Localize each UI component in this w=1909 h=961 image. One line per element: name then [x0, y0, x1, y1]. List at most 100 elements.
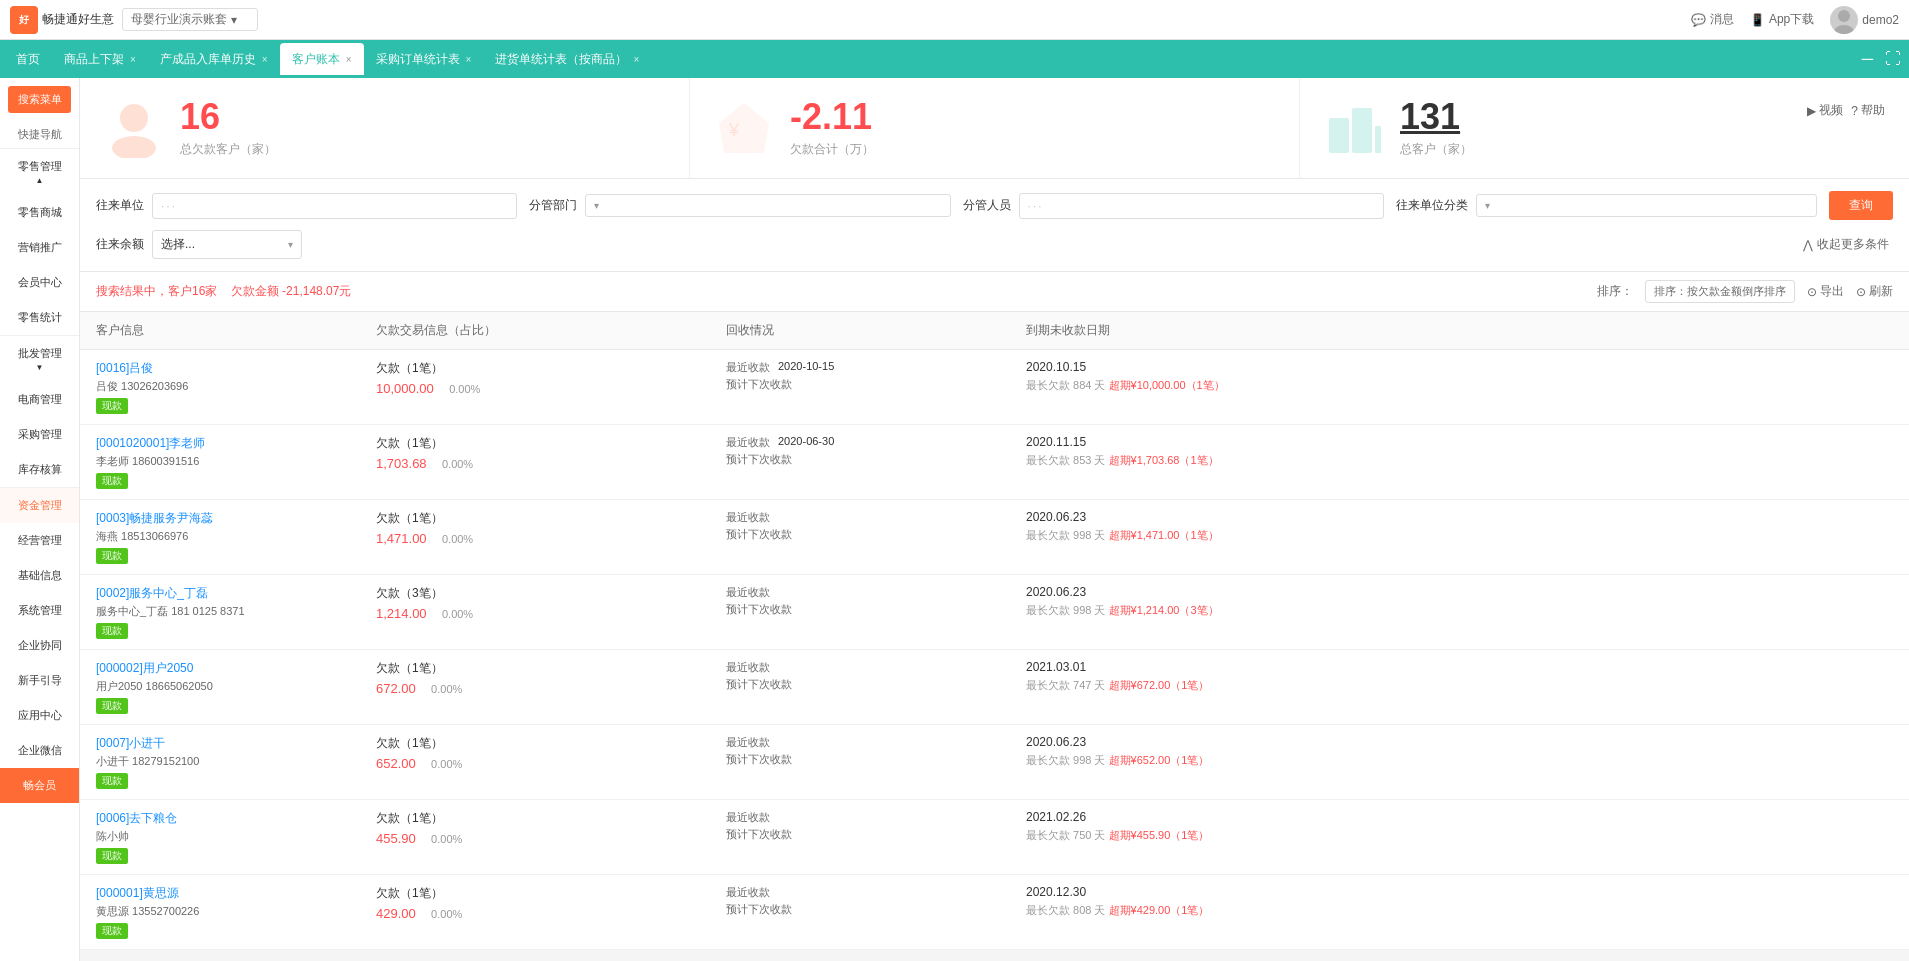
sidebar-item-enterprise-collab[interactable]: 企业协同: [0, 628, 79, 663]
sidebar-item-batch-mgmt[interactable]: 批发管理 ▼: [0, 336, 79, 382]
sidebar-item-capital-mgmt[interactable]: 资金管理: [0, 488, 79, 523]
sidebar-item-retail-store[interactable]: 零售商城: [0, 195, 79, 230]
stat-total-customers: 131 总客户（家） ▶ 视频 ? 帮助: [1300, 78, 1909, 178]
tab-customer-account[interactable]: 客户账本 ×: [280, 43, 364, 75]
search-menu-btn[interactable]: 搜索菜单: [8, 86, 71, 113]
app-download-btn[interactable]: 📱 App下载: [1750, 11, 1814, 28]
sort-selector[interactable]: 排序：按欠款金额倒序排序: [1645, 280, 1795, 303]
sidebar-item-inventory[interactable]: 库存核算: [0, 452, 79, 487]
debt-percent-6: 0.00%: [431, 833, 462, 845]
sidebar-label-retail-mgmt: 零售管理: [18, 159, 62, 174]
overdue-date-3: 2020.06.23: [1026, 585, 1893, 599]
tab-customer-account-close[interactable]: ×: [346, 54, 352, 65]
return-row-next-3: 预计下次收款: [726, 602, 1026, 617]
svg-point-3: [112, 136, 156, 158]
debt-count-5: 欠款（1笔）: [376, 735, 726, 752]
sidebar-item-member-plus[interactable]: 畅会员: [0, 768, 79, 803]
refresh-btn[interactable]: ⊙ 刷新: [1856, 283, 1893, 300]
tab-home[interactable]: 首页: [4, 43, 52, 75]
overdue-link-4[interactable]: 超期¥672.00（1笔）: [1109, 679, 1210, 691]
sidebar-item-marketing[interactable]: 营销推广: [0, 230, 79, 265]
overdue-link-7[interactable]: 超期¥429.00（1笔）: [1109, 904, 1210, 916]
stat-debt-amount: ¥ -2.11 欠款合计（万）: [690, 78, 1300, 178]
tab-purchase-order-close[interactable]: ×: [466, 54, 472, 65]
overdue-link-2[interactable]: 超期¥1,471.00（1笔）: [1109, 529, 1219, 541]
sidebar-item-basic-info[interactable]: 基础信息: [0, 558, 79, 593]
debt-info-7: 欠款（1笔） 429.00 0.00%: [376, 885, 726, 921]
sidebar-quick-nav[interactable]: 快捷导航: [0, 121, 79, 148]
customer-name-4[interactable]: [000002]用户2050: [96, 660, 376, 677]
overdue-detail-7: 最长欠款 808 天 超期¥429.00（1笔）: [1026, 903, 1893, 918]
source-unit-input[interactable]: ···: [152, 193, 517, 219]
customer-name-0[interactable]: [0016]吕俊: [96, 360, 376, 377]
nav-minimize-btn[interactable]: ─: [1858, 48, 1877, 70]
sidebar-item-retail-stats[interactable]: 零售统计: [0, 300, 79, 335]
sidebar-item-member-center[interactable]: 会员中心: [0, 265, 79, 300]
tab-product-offshelf[interactable]: 商品上下架 ×: [52, 43, 148, 75]
table-row: [0003]畅捷服务尹海蕊 海燕 18513066976 现款 欠款（1笔） 1…: [80, 500, 1909, 575]
svg-point-0: [1838, 10, 1850, 22]
customer-info-5: [0007]小进干 小进干 18279152100 现款: [96, 735, 376, 789]
return-row-next-1: 预计下次收款: [726, 452, 1026, 467]
sidebar-item-retail-mgmt[interactable]: 零售管理 ▲: [0, 149, 79, 195]
sidebar-item-system-mgmt[interactable]: 系统管理: [0, 593, 79, 628]
sidebar-item-ops-mgmt[interactable]: 经营管理: [0, 523, 79, 558]
user-avatar-btn[interactable]: demo2: [1830, 6, 1899, 34]
tab-purchase-stats[interactable]: 进货单统计表（按商品） ×: [483, 43, 651, 75]
tab-product-offshelf-close[interactable]: ×: [130, 54, 136, 65]
customer-name-6[interactable]: [0006]去下粮仓: [96, 810, 376, 827]
sidebar-item-app-center[interactable]: 应用中心: [0, 698, 79, 733]
stat-customers-label: 总客户（家）: [1400, 141, 1791, 158]
customer-name-7[interactable]: [000001]黄思源: [96, 885, 376, 902]
customer-name-5[interactable]: [0007]小进干: [96, 735, 376, 752]
sidebar-item-ecommerce[interactable]: 电商管理: [0, 382, 79, 417]
debt-count-4: 欠款（1笔）: [376, 660, 726, 677]
customer-phone-5: 小进干 18279152100: [96, 754, 376, 769]
customer-info-1: [0001020001]李老师 李老师 18600391516 现款: [96, 435, 376, 489]
manager-input[interactable]: ···: [1019, 193, 1384, 219]
dept-input[interactable]: ▾: [585, 194, 950, 217]
return-info-4: 最近收款 预计下次收款: [726, 660, 1026, 694]
svg-text:¥: ¥: [728, 120, 740, 140]
nav-maximize-btn[interactable]: ⛶: [1881, 48, 1905, 70]
tab-purchase-order[interactable]: 采购订单统计表 ×: [364, 43, 484, 75]
customer-info-2: [0003]畅捷服务尹海蕊 海燕 18513066976 现款: [96, 510, 376, 564]
sidebar-item-enterprise-wechat[interactable]: 企业微信: [0, 733, 79, 768]
tab-product-history-close[interactable]: ×: [262, 54, 268, 65]
overdue-link-5[interactable]: 超期¥652.00（1笔）: [1109, 754, 1210, 766]
table-header: 客户信息 欠款交易信息（占比） 回收情况 到期未收款日期: [80, 312, 1909, 350]
debt-amount-1: 1,703.68: [376, 456, 427, 471]
help-btn[interactable]: ? 帮助: [1851, 102, 1885, 119]
overdue-link-0[interactable]: 超期¥10,000.00（1笔）: [1109, 379, 1225, 391]
filter-row-1: 往来单位 ··· 分管部门 ▾ 分管人员 ···: [96, 191, 1893, 220]
debt-count-0: 欠款（1笔）: [376, 360, 726, 377]
stats-row: 16 总欠款客户（家） ¥ -2.11 欠款合计（万）: [80, 78, 1909, 179]
debt-amount-5: 652.00: [376, 756, 416, 771]
chevron-down-icon: ▾: [231, 13, 237, 27]
balance-input[interactable]: 选择... ▾: [152, 230, 302, 259]
return-row-next-0: 预计下次收款: [726, 377, 1026, 392]
return-row-next-4: 预计下次收款: [726, 677, 1026, 692]
debt-count-2: 欠款（1笔）: [376, 510, 726, 527]
video-btn[interactable]: ▶ 视频: [1807, 102, 1843, 119]
debt-percent-3: 0.00%: [442, 608, 473, 620]
customer-name-1[interactable]: [0001020001]李老师: [96, 435, 376, 452]
customer-name-3[interactable]: [0002]服务中心_丁磊: [96, 585, 376, 602]
overdue-link-6[interactable]: 超期¥455.90（1笔）: [1109, 829, 1210, 841]
customer-phone-7: 黄思源 13552700226: [96, 904, 376, 919]
collapse-btn[interactable]: ⋀ 收起更多条件: [1799, 232, 1893, 257]
unit-category-input[interactable]: ▾: [1476, 194, 1817, 217]
search-btn[interactable]: 查询: [1829, 191, 1893, 220]
company-selector[interactable]: 母婴行业演示账套 ▾: [122, 8, 258, 31]
messages-btn[interactable]: 💬 消息: [1691, 11, 1734, 28]
col-header-debt: 欠款交易信息（占比）: [376, 322, 726, 339]
overdue-link-3[interactable]: 超期¥1,214.00（3笔）: [1109, 604, 1219, 616]
customer-name-2[interactable]: [0003]畅捷服务尹海蕊: [96, 510, 376, 527]
sidebar-item-new-guide[interactable]: 新手引导: [0, 663, 79, 698]
overdue-link-1[interactable]: 超期¥1,703.68（1笔）: [1109, 454, 1219, 466]
debt-info-2: 欠款（1笔） 1,471.00 0.00%: [376, 510, 726, 546]
sidebar-item-purchase-mgmt[interactable]: 采购管理: [0, 417, 79, 452]
tab-product-history[interactable]: 产成品入库单历史 ×: [148, 43, 280, 75]
export-btn[interactable]: ⊙ 导出: [1807, 283, 1844, 300]
tab-purchase-stats-close[interactable]: ×: [633, 54, 639, 65]
